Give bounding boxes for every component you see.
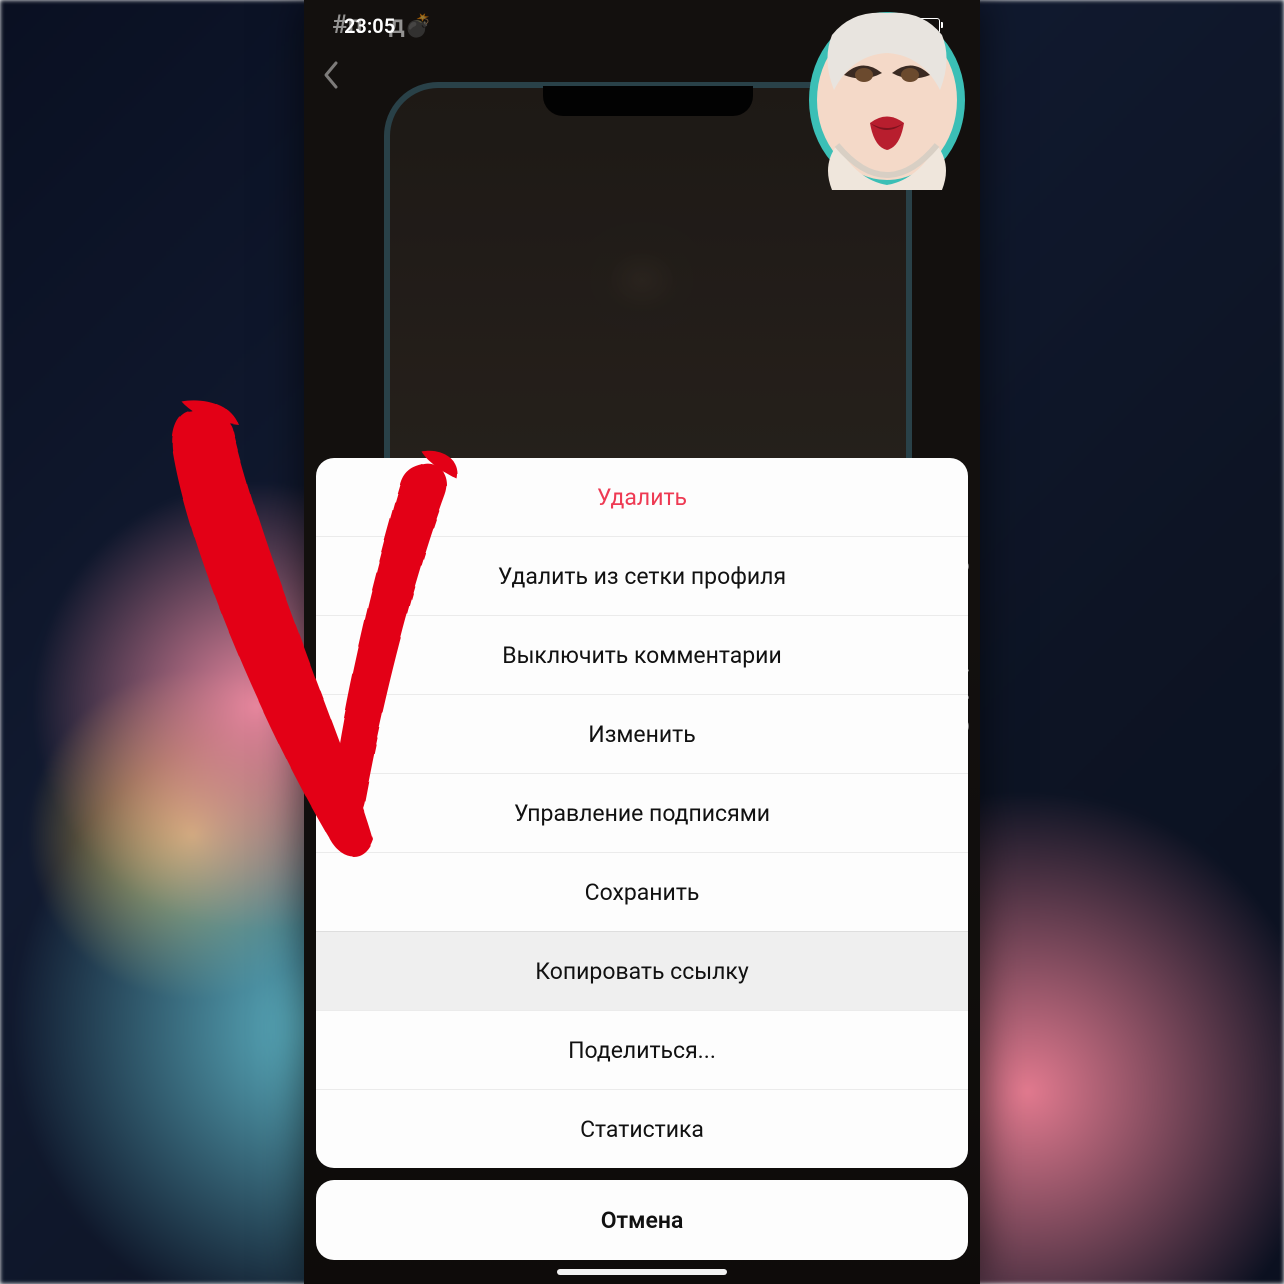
phone-notch [543, 86, 753, 116]
sheet-item-turn-off-comments[interactable]: Выключить комментарии [316, 615, 968, 694]
action-sheet-list: Удалить Удалить из сетки профиля Выключи… [316, 458, 968, 1168]
sheet-cancel-button[interactable]: Отмена [316, 1180, 968, 1260]
back-chevron-icon[interactable] [322, 60, 340, 94]
sheet-item-share[interactable]: Поделиться... [316, 1010, 968, 1089]
action-sheet: Удалить Удалить из сетки профиля Выключи… [316, 458, 968, 1284]
phone-screenshot: #пxxд💣 23:05 LTE @alya.probranding Удали… [304, 0, 980, 1284]
avatar-sticker [802, 5, 972, 195]
sheet-item-manage-captions[interactable]: Управление подписями [316, 773, 968, 852]
sheet-item-save[interactable]: Сохранить [316, 852, 968, 931]
sheet-item-delete[interactable]: Удалить [316, 458, 968, 536]
home-indicator[interactable] [557, 1269, 727, 1275]
status-time: 23:05 [344, 14, 395, 38]
sheet-item-insights[interactable]: Статистика [316, 1089, 968, 1168]
sheet-item-copy-link[interactable]: Копировать ссылку [316, 931, 968, 1010]
sheet-item-edit[interactable]: Изменить [316, 694, 968, 773]
sheet-item-remove-from-grid[interactable]: Удалить из сетки профиля [316, 536, 968, 615]
